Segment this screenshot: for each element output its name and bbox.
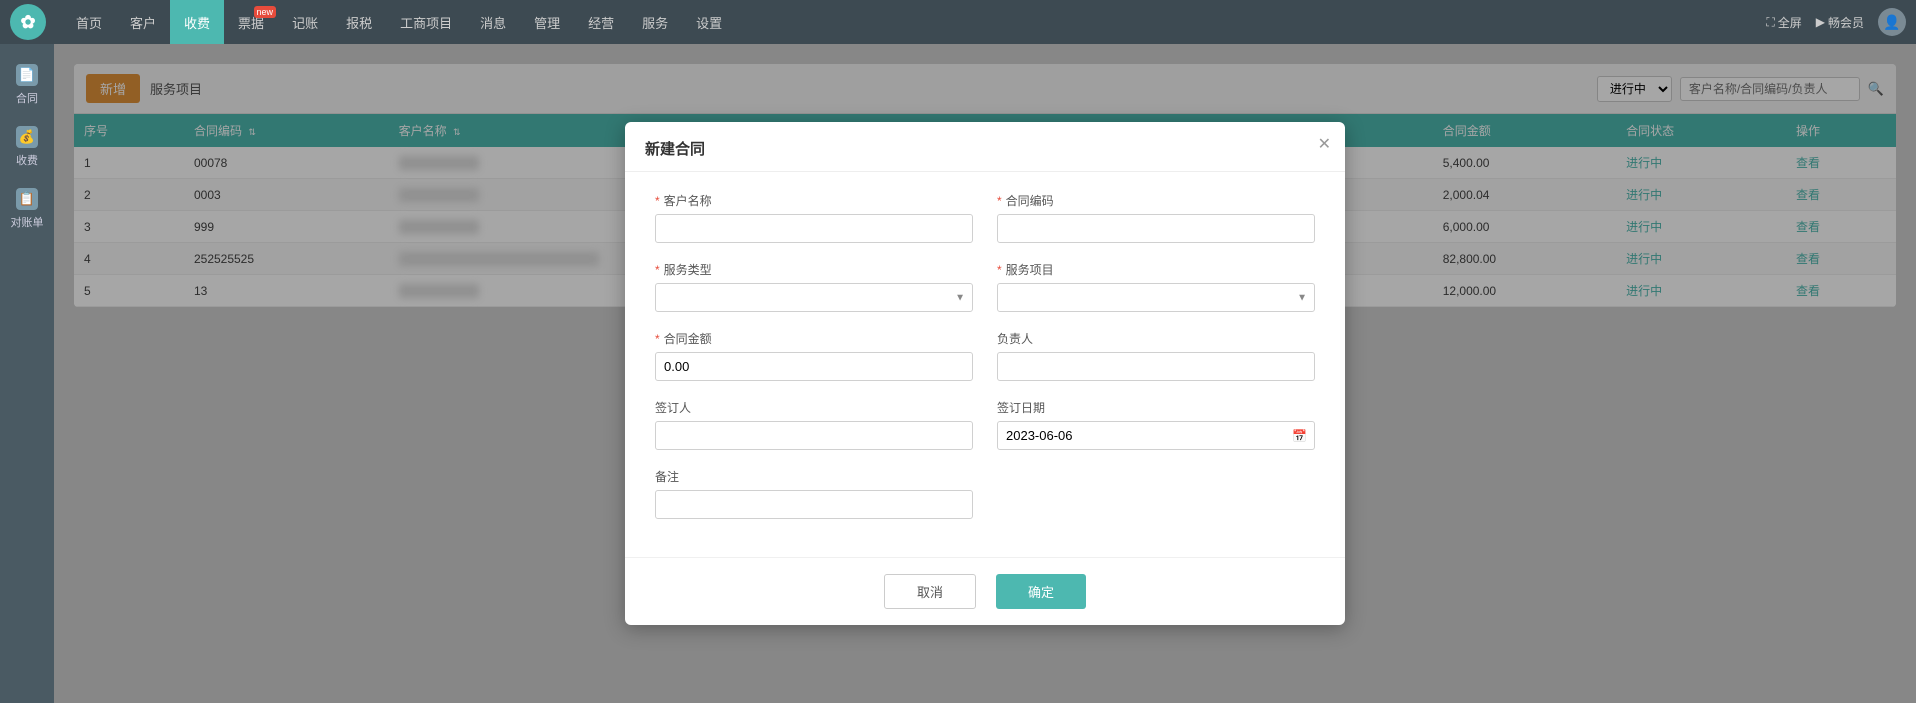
- nav-home[interactable]: 首页: [62, 0, 116, 44]
- form-row-1: * 客户名称 * 合同编码: [655, 192, 1315, 243]
- app-logo: ✿: [10, 4, 46, 40]
- service-type-select-wrapper: [655, 283, 973, 312]
- form-row-2: * 服务类型 * 服务项目: [655, 261, 1315, 312]
- service-item-group: * 服务项目: [997, 261, 1315, 312]
- service-item-select[interactable]: [997, 283, 1315, 312]
- new-contract-modal: 新建合同 ✕ * 客户名称: [625, 122, 1345, 625]
- contract-amount-input[interactable]: [655, 352, 973, 381]
- service-item-select-wrapper: [997, 283, 1315, 312]
- contract-no-input[interactable]: [997, 214, 1315, 243]
- sidebar-item-reconcile[interactable]: 📋 对账单: [0, 178, 54, 240]
- notes-label: 备注: [655, 468, 973, 485]
- nav-invoice[interactable]: 收费: [170, 0, 224, 44]
- form-row-5: 备注: [655, 468, 1315, 519]
- notes-input[interactable]: [655, 490, 973, 519]
- sign-date-group: 签订日期: [997, 399, 1315, 450]
- billing-icon: 💰: [16, 126, 38, 148]
- modal-footer: 取消 确定: [625, 557, 1345, 625]
- sidebar-item-contract[interactable]: 📄 合同: [0, 54, 54, 116]
- customer-name-label: * 客户名称: [655, 192, 973, 209]
- contract-no-group: * 合同编码: [997, 192, 1315, 243]
- service-type-group: * 服务类型: [655, 261, 973, 312]
- service-type-select[interactable]: [655, 283, 973, 312]
- notes-group: 备注: [655, 468, 973, 519]
- cancel-button[interactable]: 取消: [884, 574, 976, 609]
- sign-date-input[interactable]: [997, 421, 1315, 450]
- owner-label: 负责人: [997, 330, 1315, 347]
- nav-manage[interactable]: 管理: [520, 0, 574, 44]
- nav-menu: 首页 客户 收费 票据 new 记账 报税 工商项目 消息 管理 经营 服务 设…: [62, 0, 1766, 44]
- main-layout: 📄 合同 💰 收费 📋 对账单 新增 服务项目 进行中已结束全部 🔍: [0, 44, 1916, 703]
- owner-input[interactable]: [997, 352, 1315, 381]
- reconcile-icon: 📋: [16, 188, 38, 210]
- new-badge: new: [254, 6, 277, 18]
- contract-no-label: * 合同编码: [997, 192, 1315, 209]
- contract-amount-group: * 合同金额: [655, 330, 973, 381]
- service-type-label: * 服务类型: [655, 261, 973, 278]
- modal-title: 新建合同: [625, 122, 1345, 172]
- nav-service[interactable]: 服务: [628, 0, 682, 44]
- nav-business[interactable]: 工商项目: [386, 0, 466, 44]
- nav-operations[interactable]: 经营: [574, 0, 628, 44]
- signer-group: 签订人: [655, 399, 973, 450]
- top-navigation: ✿ 首页 客户 收费 票据 new 记账 报税 工商项目 消息 管理 经营 服务…: [0, 0, 1916, 44]
- owner-group: 负责人: [997, 330, 1315, 381]
- sign-date-wrapper: [997, 421, 1315, 450]
- fullscreen-button[interactable]: ⛶ 全屏: [1766, 14, 1801, 31]
- service-item-label: * 服务项目: [997, 261, 1315, 278]
- sign-date-label: 签订日期: [997, 399, 1315, 416]
- customer-name-group: * 客户名称: [655, 192, 973, 243]
- modal-close-button[interactable]: ✕: [1318, 134, 1331, 154]
- content-area: 新增 服务项目 进行中已结束全部 🔍 序号 合同编码 ⇅ 客户名称 ⇅ 服务项目…: [54, 44, 1916, 703]
- sidebar-item-billing[interactable]: 💰 收费: [0, 116, 54, 178]
- nav-tax[interactable]: 报税: [332, 0, 386, 44]
- logo-icon: ✿: [20, 12, 35, 33]
- form-row-4: 签订人 签订日期: [655, 399, 1315, 450]
- nav-message[interactable]: 消息: [466, 0, 520, 44]
- contract-icon: 📄: [16, 64, 38, 86]
- nav-customer[interactable]: 客户: [116, 0, 170, 44]
- nav-bookkeeping[interactable]: 记账: [278, 0, 332, 44]
- contract-amount-label: * 合同金额: [655, 330, 973, 347]
- form-row-3: * 合同金额 负责人: [655, 330, 1315, 381]
- nav-right: ⛶ 全屏 ▶ 畅会员 👤: [1766, 8, 1906, 36]
- modal-body: * 客户名称 * 合同编码: [625, 172, 1345, 557]
- nav-ticket[interactable]: 票据 new: [224, 0, 278, 44]
- signer-label: 签订人: [655, 399, 973, 416]
- confirm-button[interactable]: 确定: [996, 574, 1086, 609]
- avatar[interactable]: 👤: [1878, 8, 1906, 36]
- signer-input[interactable]: [655, 421, 973, 450]
- nav-settings[interactable]: 设置: [682, 0, 736, 44]
- member-button[interactable]: ▶ 畅会员: [1816, 14, 1864, 31]
- sidebar: 📄 合同 💰 收费 📋 对账单: [0, 44, 54, 703]
- customer-name-input[interactable]: [655, 214, 973, 243]
- modal-overlay: 新建合同 ✕ * 客户名称: [54, 44, 1916, 703]
